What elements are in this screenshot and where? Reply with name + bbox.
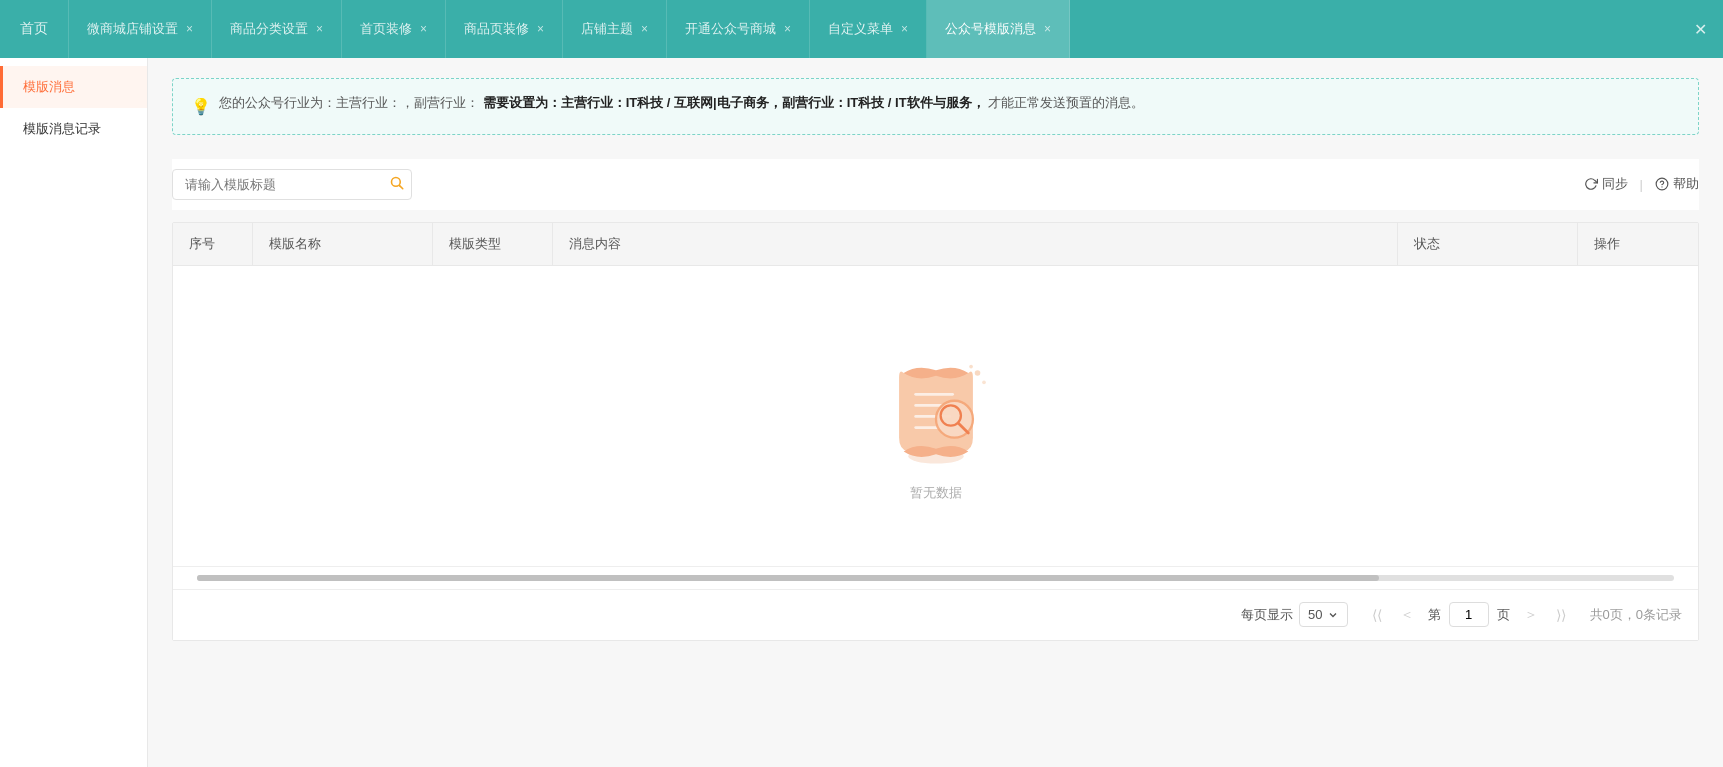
search-input[interactable] — [172, 169, 412, 200]
empty-state: 暂无数据 — [876, 350, 996, 502]
svg-point-14 — [969, 364, 973, 368]
tab-product-decoration-close[interactable]: × — [537, 23, 544, 35]
scrollbar-area — [173, 566, 1698, 589]
table-header: 序号 模版名称 模版类型 消息内容 状态 操作 — [173, 223, 1698, 266]
tab-bar: 首页 微商城店铺设置 × 商品分类设置 × 首页装修 × 商品页装修 × 店铺主… — [0, 0, 1723, 58]
next-page-button[interactable]: ＞ — [1518, 602, 1544, 628]
help-label: 帮助 — [1673, 175, 1699, 193]
page-size-select: 每页显示 50 — [1241, 602, 1347, 627]
tab-custom-menu-label: 自定义菜单 — [828, 20, 893, 38]
tab-open-mall-label: 开通公众号商城 — [685, 20, 776, 38]
tab-bar-close-all[interactable]: ✕ — [1694, 20, 1707, 39]
sidebar-item-template-record-label: 模版消息记录 — [23, 121, 101, 136]
notice-suffix: 才能正常发送预置的消息。 — [988, 95, 1144, 110]
page-unit: 页 — [1497, 606, 1510, 624]
col-action: 操作 — [1578, 223, 1698, 265]
table-body: 暂无数据 — [173, 266, 1698, 566]
tab-template-message-label: 公众号模版消息 — [945, 20, 1036, 38]
sidebar-item-template-record[interactable]: 模版消息记录 — [0, 108, 147, 150]
tab-home[interactable]: 首页 — [0, 0, 69, 58]
tab-store-theme[interactable]: 店铺主题 × — [563, 0, 667, 58]
tab-template-message-close[interactable]: × — [1044, 23, 1051, 35]
tab-open-mall[interactable]: 开通公众号商城 × — [667, 0, 810, 58]
svg-point-0 — [392, 178, 401, 187]
col-name: 模版名称 — [253, 223, 433, 265]
chevron-down-icon — [1327, 609, 1339, 621]
notice-box: 💡 您的公众号行业为：主营行业：，副营行业： 需要设置为：主营行业：IT科技 /… — [172, 78, 1699, 135]
col-index: 序号 — [173, 223, 253, 265]
search-right: 同步 | 帮助 — [1584, 175, 1699, 193]
per-page-value: 50 — [1308, 607, 1322, 622]
sidebar-item-template-msg-label: 模版消息 — [23, 79, 75, 94]
table-wrapper: 序号 模版名称 模版类型 消息内容 状态 操作 — [172, 222, 1699, 641]
svg-point-12 — [974, 370, 980, 376]
tab-category-settings-close[interactable]: × — [316, 23, 323, 35]
tab-custom-menu[interactable]: 自定义菜单 × — [810, 0, 927, 58]
pagination: 每页显示 50 ⟨⟨ ＜ 第 页 ＞ ⟩⟩ — [173, 589, 1698, 640]
svg-line-1 — [400, 186, 403, 189]
notice-icon: 💡 — [191, 94, 211, 120]
tab-custom-menu-close[interactable]: × — [901, 23, 908, 35]
tab-template-message[interactable]: 公众号模版消息 × — [927, 0, 1070, 58]
sidebar: 模版消息 模版消息记录 — [0, 58, 148, 767]
tab-product-decoration-label: 商品页装修 — [464, 20, 529, 38]
per-page-select[interactable]: 50 — [1299, 602, 1347, 627]
col-content: 消息内容 — [553, 223, 1398, 265]
notice-prefix: 您的公众号行业为：主营行业：，副营行业： — [219, 95, 479, 110]
tab-shop-settings-label: 微商城店铺设置 — [87, 20, 178, 38]
tab-shop-settings-close[interactable]: × — [186, 23, 193, 35]
sync-button[interactable]: 同步 — [1584, 175, 1628, 193]
per-page-label: 每页显示 — [1241, 606, 1293, 624]
empty-text: 暂无数据 — [910, 484, 962, 502]
page-input[interactable] — [1449, 602, 1489, 627]
tab-category-settings-label: 商品分类设置 — [230, 20, 308, 38]
col-status: 状态 — [1398, 223, 1578, 265]
notice-text: 您的公众号行业为：主营行业：，副营行业： 需要设置为：主营行业：IT科技 / 互… — [219, 93, 1144, 114]
tab-product-decoration[interactable]: 商品页装修 × — [446, 0, 563, 58]
page-nav: ⟨⟨ ＜ 第 页 ＞ ⟩⟩ — [1364, 602, 1574, 628]
help-icon — [1655, 177, 1669, 191]
main-layout: 模版消息 模版消息记录 💡 您的公众号行业为：主营行业：，副营行业： 需要设置为… — [0, 58, 1723, 767]
notice-highlight: 需要设置为：主营行业：IT科技 / 互联网|电子商务，副营行业：IT科技 / I… — [483, 95, 985, 110]
prev-page-button[interactable]: ＜ — [1394, 602, 1420, 628]
col-type: 模版类型 — [433, 223, 553, 265]
tab-category-settings[interactable]: 商品分类设置 × — [212, 0, 342, 58]
svg-point-13 — [982, 380, 986, 384]
page-summary: 共0页，0条记录 — [1590, 606, 1682, 624]
sync-label: 同步 — [1602, 175, 1628, 193]
tab-store-theme-label: 店铺主题 — [581, 20, 633, 38]
first-page-button[interactable]: ⟨⟨ — [1364, 602, 1390, 628]
last-page-button[interactable]: ⟩⟩ — [1548, 602, 1574, 628]
help-button[interactable]: 帮助 — [1655, 175, 1699, 193]
scrollbar-thumb[interactable] — [197, 575, 1379, 581]
tab-open-mall-close[interactable]: × — [784, 23, 791, 35]
content-area: 💡 您的公众号行业为：主营行业：，副营行业： 需要设置为：主营行业：IT科技 /… — [148, 58, 1723, 767]
scrollbar-track[interactable] — [197, 575, 1674, 581]
empty-illustration — [876, 350, 996, 470]
search-icon — [389, 175, 404, 190]
tab-home-decoration-label: 首页装修 — [360, 20, 412, 38]
tab-shop-settings[interactable]: 微商城店铺设置 × — [69, 0, 212, 58]
search-input-wrapper — [172, 169, 412, 200]
sidebar-item-template-msg[interactable]: 模版消息 — [0, 66, 147, 108]
search-button[interactable] — [389, 175, 404, 193]
tab-home-label: 首页 — [20, 20, 48, 38]
divider: | — [1640, 177, 1643, 192]
tab-home-decoration[interactable]: 首页装修 × — [342, 0, 446, 58]
page-label: 第 — [1428, 606, 1441, 624]
search-bar: 同步 | 帮助 — [172, 159, 1699, 210]
tab-home-decoration-close[interactable]: × — [420, 23, 427, 35]
tab-store-theme-close[interactable]: × — [641, 23, 648, 35]
sync-icon — [1584, 177, 1598, 191]
search-left — [172, 169, 412, 200]
